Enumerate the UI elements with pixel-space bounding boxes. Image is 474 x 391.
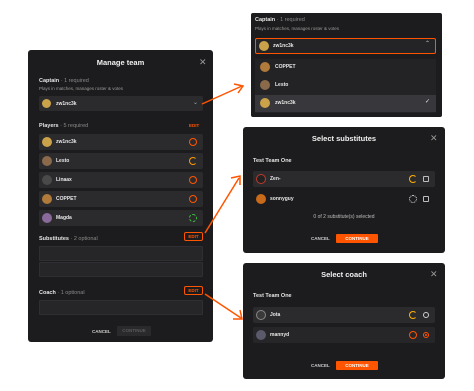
substitute-slot — [39, 262, 203, 277]
continue-button[interactable]: CONTINUE — [336, 234, 378, 243]
select-checkbox[interactable] — [423, 176, 429, 182]
manage-team-panel: Manage team ✕ Captain · 1 required Plays… — [28, 50, 213, 342]
captain-hint: Plays in matches, manages roster & votes — [255, 26, 340, 31]
player-name: Linaax — [56, 177, 72, 183]
avatar — [42, 213, 52, 223]
captain-dropdown-panel: Captain · 1 required Plays in matches, m… — [251, 13, 442, 117]
avatar — [260, 62, 270, 72]
player-name: Magda — [56, 215, 72, 221]
coach-candidate-row[interactable]: mannyd — [253, 327, 435, 343]
cancel-button[interactable]: CANCEL — [92, 329, 111, 334]
select-checkbox[interactable] — [423, 196, 429, 202]
chevron-down-icon: ⌄ — [192, 100, 198, 106]
player-row: Lesto — [39, 153, 203, 169]
dropdown-option[interactable]: Lesto — [255, 77, 436, 94]
skill-level-icon — [189, 195, 197, 203]
select-substitutes-modal: Select substitutes ✕ Test Team One Zen- … — [243, 127, 445, 253]
candidate-name: sonnyguy — [270, 196, 294, 202]
skill-level-icon — [409, 195, 417, 203]
close-icon[interactable]: ✕ — [199, 58, 207, 67]
skill-level-icon — [409, 331, 417, 339]
captain-label: Captain · 1 required — [39, 78, 89, 84]
continue-button[interactable]: CONTINUE — [336, 361, 378, 370]
player-row: COPPET — [39, 191, 203, 207]
coach-slot — [39, 300, 203, 315]
candidate-name: Jota — [270, 312, 281, 318]
check-icon: ✓ — [424, 99, 430, 105]
player-name: COPPET — [56, 196, 77, 202]
substitutes-label: Substitutes · 2 optional — [39, 236, 98, 242]
selection-status: 0 of 2 substitute(s) selected — [313, 214, 375, 220]
team-name: Test Team One — [253, 158, 292, 164]
player-row: zw1nc3k — [39, 134, 203, 150]
modal-title: Select substitutes — [311, 134, 377, 143]
avatar — [42, 156, 52, 166]
close-icon[interactable]: ✕ — [430, 134, 438, 143]
skill-level-icon — [409, 311, 417, 319]
avatar — [260, 98, 270, 108]
captain-selected-name: zw1nc3k — [56, 101, 77, 107]
player-name: zw1nc3k — [56, 139, 77, 145]
candidate-name: Zen- — [270, 176, 281, 182]
close-icon[interactable]: ✕ — [430, 270, 438, 279]
select-coach-modal: Select coach ✕ Test Team One Jota mannyd… — [243, 263, 445, 379]
cancel-button[interactable]: CANCEL — [311, 236, 330, 241]
captain-label: Captain · 1 required — [255, 17, 305, 23]
avatar — [256, 310, 266, 320]
avatar — [42, 175, 52, 185]
team-name: Test Team One — [253, 293, 292, 299]
coach-candidate-row[interactable]: Jota — [253, 307, 435, 323]
captain-select[interactable]: zw1nc3k ⌄ — [39, 96, 203, 111]
option-name: COPPET — [275, 64, 296, 70]
skill-level-icon — [409, 175, 417, 183]
substitutes-edit-button[interactable]: EDIT — [184, 232, 203, 241]
skill-level-icon — [189, 138, 197, 146]
skill-level-icon — [189, 157, 197, 165]
substitute-candidate-row[interactable]: sonnyguy — [253, 191, 435, 207]
arrow-to-substitutes-modal — [204, 175, 241, 234]
captain-selected-name: zw1nc3k — [273, 43, 294, 49]
select-radio[interactable] — [423, 312, 429, 318]
avatar — [42, 99, 51, 108]
avatar — [256, 194, 266, 204]
option-name: Lesto — [275, 82, 289, 88]
players-edit-button[interactable]: EDIT — [189, 123, 199, 128]
players-label: Players · 5 required — [39, 123, 89, 129]
coach-label: Coach · 1 optional — [39, 290, 85, 296]
manage-team-title: Manage team — [96, 58, 145, 67]
skill-level-icon — [189, 214, 197, 222]
player-row: Magda — [39, 210, 203, 226]
avatar — [260, 80, 270, 90]
captain-hint: Plays in matches, manages roster & votes — [39, 86, 124, 91]
coach-edit-button[interactable]: EDIT — [184, 286, 203, 295]
dropdown-list: COPPET Lesto zw1nc3k ✓ — [255, 59, 436, 113]
arrow-to-captain-dropdown — [201, 83, 245, 105]
chevron-up-icon: ⌃ — [424, 41, 430, 47]
candidate-name: mannyd — [270, 332, 290, 338]
avatar — [256, 330, 266, 340]
select-radio-selected[interactable] — [423, 332, 429, 338]
avatar — [256, 174, 266, 184]
skill-level-icon — [189, 176, 197, 184]
modal-title: Select coach — [321, 270, 367, 279]
option-name: zw1nc3k — [275, 100, 296, 106]
dropdown-option-selected[interactable]: zw1nc3k ✓ — [255, 95, 436, 112]
player-row: Linaax — [39, 172, 203, 188]
cancel-button[interactable]: CANCEL — [311, 363, 330, 368]
substitute-candidate-row[interactable]: Zen- — [253, 171, 435, 187]
continue-button[interactable]: CONTINUE — [117, 326, 151, 336]
substitute-slot — [39, 246, 203, 261]
dropdown-option[interactable]: COPPET — [255, 59, 436, 76]
arrow-to-coach-modal — [204, 293, 243, 320]
avatar — [259, 41, 269, 51]
avatar — [42, 137, 52, 147]
captain-select[interactable]: zw1nc3k ⌃ — [255, 38, 436, 54]
avatar — [42, 194, 52, 204]
player-name: Lesto — [56, 158, 70, 164]
